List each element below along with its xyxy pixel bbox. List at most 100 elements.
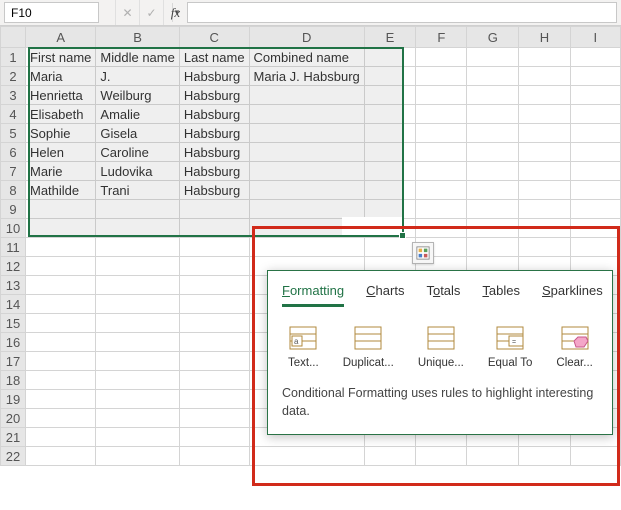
cell[interactable] (96, 257, 179, 276)
cell[interactable] (467, 143, 519, 162)
row-header[interactable]: 1 (1, 48, 26, 67)
cell[interactable] (570, 86, 620, 105)
cell[interactable] (96, 390, 179, 409)
cell[interactable] (519, 124, 571, 143)
cell[interactable] (26, 219, 96, 238)
cell[interactable] (467, 48, 519, 67)
cell[interactable] (519, 143, 571, 162)
cell[interactable] (96, 219, 179, 238)
cell[interactable] (570, 200, 620, 219)
cell[interactable] (249, 181, 364, 200)
cell[interactable] (364, 67, 415, 86)
cell[interactable]: Sophie (26, 124, 96, 143)
cell[interactable]: Habsburg (179, 162, 249, 181)
insert-function-button[interactable]: fx (163, 0, 187, 25)
cell[interactable] (519, 67, 571, 86)
row-header[interactable]: 4 (1, 105, 26, 124)
cell[interactable] (96, 295, 179, 314)
cell[interactable] (467, 105, 519, 124)
cell[interactable] (179, 314, 249, 333)
cell[interactable] (467, 181, 519, 200)
cell[interactable] (179, 276, 249, 295)
cell[interactable] (416, 67, 467, 86)
row-header[interactable]: 20 (1, 409, 26, 428)
cell[interactable] (364, 181, 415, 200)
cell[interactable] (96, 200, 179, 219)
col-header-D[interactable]: D (249, 27, 364, 48)
cell[interactable] (416, 200, 467, 219)
row-header[interactable]: 2 (1, 67, 26, 86)
cell[interactable] (570, 124, 620, 143)
cell[interactable] (26, 238, 96, 257)
cell[interactable]: Maria (26, 67, 96, 86)
cell[interactable]: Amalie (96, 105, 179, 124)
cell[interactable] (467, 67, 519, 86)
cell[interactable]: Middle name (96, 48, 179, 67)
cell[interactable] (179, 409, 249, 428)
row-header[interactable]: 12 (1, 257, 26, 276)
cell[interactable] (416, 181, 467, 200)
cell[interactable] (467, 86, 519, 105)
cell[interactable]: Maria J. Habsburg (249, 67, 364, 86)
cell[interactable]: Habsburg (179, 181, 249, 200)
cell[interactable] (179, 371, 249, 390)
cell[interactable] (26, 276, 96, 295)
cell[interactable] (96, 371, 179, 390)
cell[interactable]: Caroline (96, 143, 179, 162)
row-header[interactable]: 3 (1, 86, 26, 105)
cell[interactable] (519, 162, 571, 181)
cell[interactable] (179, 295, 249, 314)
cell[interactable] (96, 428, 179, 447)
cell[interactable]: Ludovika (96, 162, 179, 181)
cell[interactable]: Habsburg (179, 86, 249, 105)
cell[interactable] (26, 371, 96, 390)
cell[interactable] (96, 333, 179, 352)
cell[interactable] (96, 409, 179, 428)
cell[interactable] (519, 48, 571, 67)
cell[interactable] (519, 200, 571, 219)
cell[interactable] (570, 143, 620, 162)
cell[interactable] (179, 238, 249, 257)
cell[interactable] (179, 390, 249, 409)
cell[interactable]: Marie (26, 162, 96, 181)
cell[interactable] (364, 162, 415, 181)
cell[interactable] (416, 48, 467, 67)
cell[interactable]: Weilburg (96, 86, 179, 105)
col-header-G[interactable]: G (467, 27, 519, 48)
cell[interactable] (26, 352, 96, 371)
qa-option-text[interactable]: aText... (288, 325, 319, 369)
cell[interactable] (96, 238, 179, 257)
cell[interactable] (249, 86, 364, 105)
cell[interactable] (249, 124, 364, 143)
row-header[interactable]: 8 (1, 181, 26, 200)
row-header[interactable]: 16 (1, 333, 26, 352)
cell[interactable] (96, 447, 179, 466)
row-header[interactable]: 21 (1, 428, 26, 447)
col-header-I[interactable]: I (570, 27, 620, 48)
qa-option-duplicate[interactable]: Duplicat... (343, 325, 394, 369)
cell[interactable] (364, 143, 415, 162)
col-header-C[interactable]: C (179, 27, 249, 48)
cell[interactable] (519, 86, 571, 105)
row-header[interactable]: 11 (1, 238, 26, 257)
cell[interactable]: Elisabeth (26, 105, 96, 124)
cell[interactable] (416, 124, 467, 143)
cell[interactable] (519, 181, 571, 200)
cell[interactable] (179, 200, 249, 219)
cell[interactable] (364, 105, 415, 124)
name-box[interactable]: ▼ (4, 2, 99, 23)
cell[interactable] (519, 105, 571, 124)
cell[interactable] (26, 200, 96, 219)
cell[interactable]: J. (96, 67, 179, 86)
cell[interactable] (416, 143, 467, 162)
formula-input[interactable] (187, 2, 617, 23)
cell[interactable]: Trani (96, 181, 179, 200)
cell[interactable] (249, 162, 364, 181)
row-header[interactable]: 13 (1, 276, 26, 295)
row-header[interactable]: 14 (1, 295, 26, 314)
cell[interactable] (249, 200, 364, 219)
cell[interactable] (364, 48, 415, 67)
cell[interactable] (467, 162, 519, 181)
select-all-corner[interactable] (1, 27, 26, 48)
cell[interactable] (179, 333, 249, 352)
